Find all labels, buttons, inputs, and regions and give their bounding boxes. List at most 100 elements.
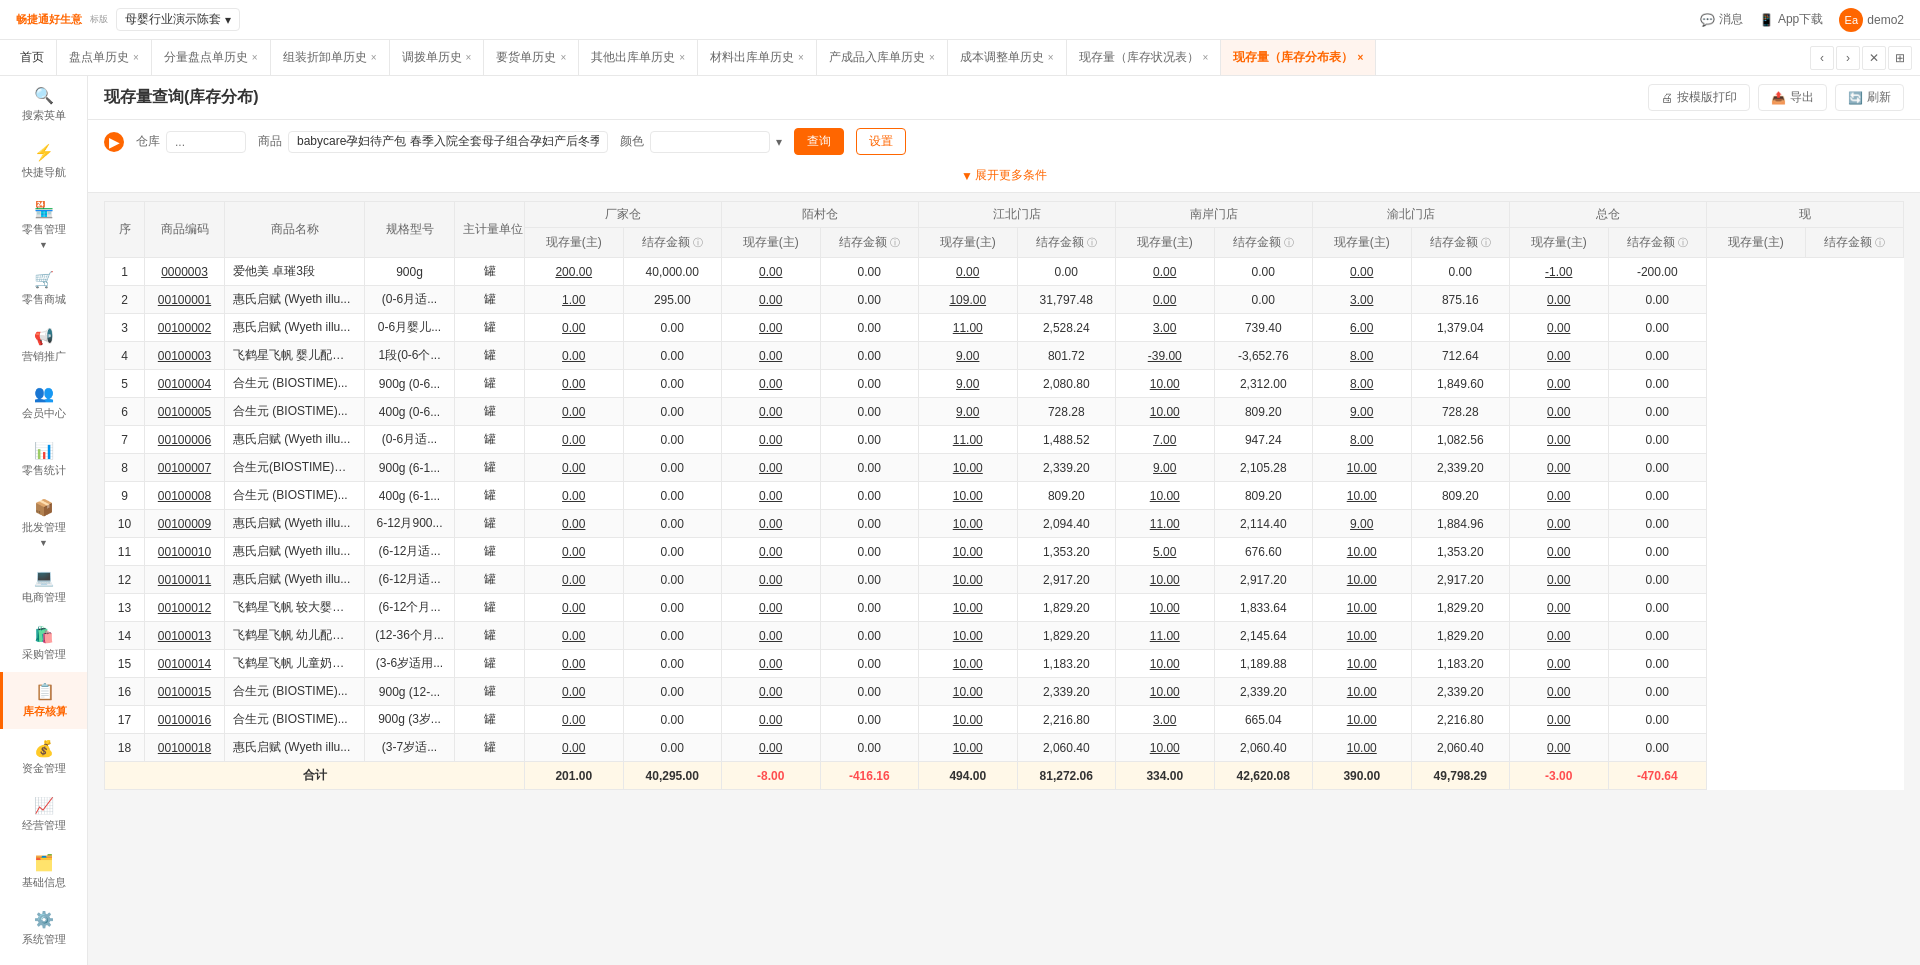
cell-code[interactable]: 00100005 — [145, 398, 225, 426]
sidebar-item-marketing[interactable]: 📢营销推广 — [0, 317, 87, 374]
tab-close-8[interactable]: × — [929, 52, 935, 63]
search-icon: 🔍 — [34, 86, 54, 105]
cell-name: 合生元 (BIOSTIME)... — [225, 398, 365, 426]
expand-more-btn[interactable]: ▼ 展开更多条件 — [961, 167, 1047, 184]
sidebar-item-nav[interactable]: ⚡快捷导航 — [0, 133, 87, 190]
sidebar-item-basic[interactable]: 🗂️基础信息 — [0, 843, 87, 900]
tab-item-9[interactable]: 成本调整单历史× — [948, 40, 1067, 76]
message-btn[interactable]: 💬 消息 — [1700, 11, 1743, 28]
app-download-btn[interactable]: 📱 App下载 — [1759, 11, 1823, 28]
tab-item-11[interactable]: 现存量（库存分布表） × — [1221, 40, 1376, 76]
tab-expand-btn[interactable]: ⊞ — [1888, 46, 1912, 70]
cell-code[interactable]: 00100013 — [145, 622, 225, 650]
cell-code[interactable]: 00100010 — [145, 538, 225, 566]
marketing-icon: 📢 — [34, 327, 54, 346]
tab-item-4[interactable]: 调拨单历史× — [390, 40, 485, 76]
sidebar-item-finance[interactable]: 💰资金管理 — [0, 729, 87, 786]
cell-factory-11: 0.00 — [1608, 706, 1707, 734]
cell-unit: 罐 — [455, 594, 525, 622]
sidebar-item-wholesale[interactable]: 📦批发管理▼ — [0, 488, 87, 558]
top-dropdown[interactable]: 母婴行业演示陈套 ▾ — [116, 8, 240, 31]
cell-code[interactable]: 00100004 — [145, 370, 225, 398]
col-jb-qty: 现存量(主) — [919, 228, 1018, 258]
cell-code[interactable]: 00100011 — [145, 566, 225, 594]
cell-factory-7: 665.04 — [1214, 706, 1313, 734]
cell-unit: 罐 — [455, 734, 525, 762]
cell-factory-6: 7.00 — [1116, 426, 1215, 454]
cell-code[interactable]: 00100002 — [145, 314, 225, 342]
cell-code[interactable]: 00100006 — [145, 426, 225, 454]
tab-close-6[interactable]: × — [679, 52, 685, 63]
tab-close-5[interactable]: × — [560, 52, 566, 63]
cell-spec: 900g (6-1... — [365, 454, 455, 482]
expand-filter-btn[interactable]: ▶ — [104, 132, 124, 152]
cell-code[interactable]: 00100007 — [145, 454, 225, 482]
sidebar-item-purchase[interactable]: 🛍️采购管理 — [0, 615, 87, 672]
cell-factory-2: 0.00 — [722, 734, 821, 762]
tab-label-7: 材料出库单历史 — [710, 49, 794, 66]
cell-code[interactable]: 00100003 — [145, 342, 225, 370]
cell-code[interactable]: 00100008 — [145, 482, 225, 510]
color-input[interactable] — [650, 131, 770, 153]
tab-close-10[interactable]: × — [1203, 52, 1209, 63]
sidebar-item-member[interactable]: 👥会员中心 — [0, 374, 87, 431]
tab-close-4[interactable]: × — [466, 52, 472, 63]
tab-item-2[interactable]: 分量盘点单历史× — [152, 40, 271, 76]
cell-code[interactable]: 00100012 — [145, 594, 225, 622]
refresh-btn[interactable]: 🔄 刷新 — [1835, 84, 1904, 111]
tab-close-1[interactable]: × — [133, 52, 139, 63]
cell-code[interactable]: 00100015 — [145, 678, 225, 706]
sidebar-label-system: 系统管理 — [22, 932, 66, 947]
cell-code[interactable]: 0000003 — [145, 258, 225, 286]
tab-close-9[interactable]: × — [1048, 52, 1054, 63]
sidebar-item-search[interactable]: 🔍搜索英单 — [0, 76, 87, 133]
tab-item-8[interactable]: 产成品入库单历史× — [817, 40, 948, 76]
cell-code[interactable]: 00100001 — [145, 286, 225, 314]
tab-item-6[interactable]: 其他出库单历史× — [579, 40, 698, 76]
tab-item-5[interactable]: 要货单历史× — [484, 40, 579, 76]
sidebar-item-inventory[interactable]: 📋库存核算 — [0, 672, 87, 729]
message-icon: 💬 — [1700, 13, 1715, 27]
sidebar-item-shop[interactable]: 🛒零售商城 — [0, 260, 87, 317]
tab-next-btn[interactable]: › — [1836, 46, 1860, 70]
tab-item-10[interactable]: 现存量（库存状况表）× — [1067, 40, 1222, 76]
export-btn[interactable]: 📤 导出 — [1758, 84, 1827, 111]
search-btn[interactable]: 查询 — [794, 128, 844, 155]
cell-factory-2: 0.00 — [722, 622, 821, 650]
cell-code[interactable]: 00100009 — [145, 510, 225, 538]
cell-factory-3: 0.00 — [820, 622, 919, 650]
print-btn[interactable]: 🖨 按模版打印 — [1648, 84, 1750, 111]
sidebar-item-stat[interactable]: 📊零售统计 — [0, 431, 87, 488]
tab-close-7[interactable]: × — [798, 52, 804, 63]
sidebar-item-ecom[interactable]: 💻电商管理 — [0, 558, 87, 615]
cell-factory-3: 0.00 — [820, 286, 919, 314]
cell-factory-6: 10.00 — [1116, 594, 1215, 622]
sidebar-item-retail[interactable]: 🏪零售管理▼ — [0, 190, 87, 260]
cell-spec: 6-12月900... — [365, 510, 455, 538]
cell-factory-10: -1.00 — [1510, 258, 1609, 286]
sum-cell-11: -470.64 — [1608, 762, 1707, 790]
tab-close-2[interactable]: × — [252, 52, 258, 63]
cell-unit: 罐 — [455, 566, 525, 594]
tab-close-btn[interactable]: ✕ — [1862, 46, 1886, 70]
sidebar-item-system[interactable]: ⚙️系统管理 — [0, 900, 87, 957]
sidebar-item-corp[interactable]: 🤝企业协同 — [0, 957, 87, 965]
tab-close-3[interactable]: × — [371, 52, 377, 63]
cell-code[interactable]: 00100014 — [145, 650, 225, 678]
cell-code[interactable]: 00100016 — [145, 706, 225, 734]
tab-item-1[interactable]: 盘点单历史× — [57, 40, 152, 76]
cell-factory-11: 0.00 — [1608, 538, 1707, 566]
tab-item-7[interactable]: 材料出库单历史 × — [698, 40, 817, 76]
color-dropdown-icon[interactable]: ▾ — [776, 135, 782, 149]
warehouse-input[interactable] — [166, 131, 246, 153]
cell-code[interactable]: 00100018 — [145, 734, 225, 762]
tab-label-11: 现存量（库存分布表） — [1233, 49, 1353, 66]
tab-item-3[interactable]: 组装折卸单历史× — [271, 40, 390, 76]
user-avatar[interactable]: Ea demo2 — [1839, 8, 1904, 32]
product-input[interactable] — [288, 131, 608, 153]
settings-btn[interactable]: 设置 — [856, 128, 906, 155]
tab-close-11[interactable]: × — [1357, 52, 1363, 63]
tab-item-0[interactable]: 首页 — [8, 40, 57, 76]
tab-prev-btn[interactable]: ‹ — [1810, 46, 1834, 70]
sidebar-item-ops[interactable]: 📈经营管理 — [0, 786, 87, 843]
